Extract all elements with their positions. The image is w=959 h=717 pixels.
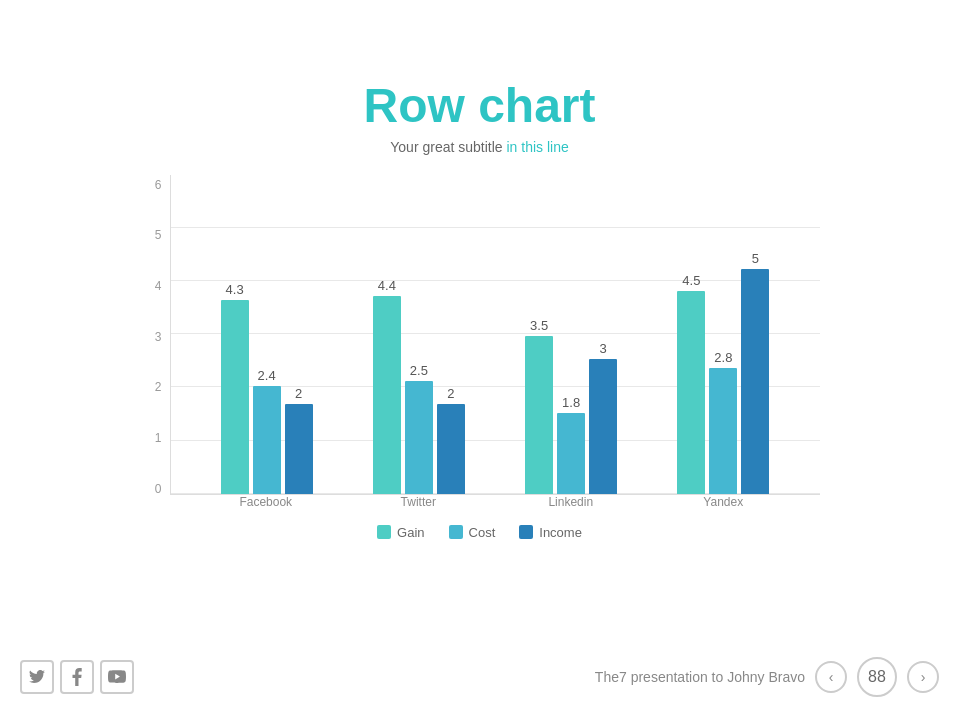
bars-linkedin: 3.5 1.8 3	[525, 318, 617, 494]
y-label-5: 5	[155, 229, 162, 241]
bar-value-twitter-income: 2	[447, 386, 454, 401]
bar-wrapper-twitter-income: 2	[437, 386, 465, 494]
bar-value-twitter-gain: 4.4	[378, 278, 396, 293]
bars-yandex: 4.5 2.8 5	[677, 251, 769, 494]
bar-facebook-cost	[253, 386, 281, 494]
bar-value-linkedin-cost: 1.8	[562, 395, 580, 410]
bar-wrapper-yandex-gain: 4.5	[677, 273, 705, 494]
bar-value-yandex-cost: 2.8	[714, 350, 732, 365]
prev-button[interactable]: ‹	[815, 661, 847, 693]
bar-wrapper-facebook-cost: 2.4	[253, 368, 281, 494]
legend-label-gain: Gain	[397, 525, 424, 540]
bars-facebook: 4.3 2.4 2	[221, 282, 313, 494]
x-label-facebook: Facebook	[190, 495, 343, 509]
legend: Gain Cost Income	[140, 525, 820, 540]
bar-twitter-income	[437, 404, 465, 494]
bar-value-twitter-cost: 2.5	[410, 363, 428, 378]
footer-right: The7 presentation to Johny Bravo ‹ 88 ›	[595, 657, 939, 697]
subtitle-prefix: Your great subtitle	[390, 139, 506, 155]
x-label-yandex: Yandex	[647, 495, 800, 509]
bar-value-linkedin-gain: 3.5	[530, 318, 548, 333]
legend-label-cost: Cost	[469, 525, 496, 540]
subtitle: Your great subtitle in this line	[363, 139, 595, 155]
bar-linkedin-cost	[557, 413, 585, 494]
next-button[interactable]: ›	[907, 661, 939, 693]
bar-wrapper-facebook-gain: 4.3	[221, 282, 249, 494]
page-number: 88	[857, 657, 897, 697]
bar-value-yandex-income: 5	[752, 251, 759, 266]
legend-item-gain: Gain	[377, 525, 424, 540]
bar-wrapper-twitter-gain: 4.4	[373, 278, 401, 494]
legend-label-income: Income	[539, 525, 582, 540]
bar-yandex-gain	[677, 291, 705, 494]
y-label-2: 2	[155, 381, 162, 393]
bar-twitter-cost	[405, 381, 433, 494]
bar-value-yandex-gain: 4.5	[682, 273, 700, 288]
x-label-linkedin: Linkedin	[495, 495, 648, 509]
legend-dot-gain	[377, 525, 391, 539]
x-labels: Facebook Twitter Linkedin Yandex	[140, 495, 820, 509]
bar-wrapper-yandex-income: 5	[741, 251, 769, 494]
legend-dot-cost	[449, 525, 463, 539]
chart-area: 6 5 4 3 2 1 0	[140, 175, 820, 540]
slide: Row chart Your great subtitle in this li…	[0, 0, 959, 717]
x-label-twitter: Twitter	[342, 495, 495, 509]
chart-container: 6 5 4 3 2 1 0	[140, 175, 820, 495]
legend-dot-income	[519, 525, 533, 539]
bar-linkedin-gain	[525, 336, 553, 494]
youtube-button[interactable]	[100, 660, 134, 694]
main-title: Row chart	[363, 80, 595, 133]
y-label-0: 0	[155, 483, 162, 495]
bar-group-facebook: 4.3 2.4 2	[221, 175, 313, 494]
twitter-button[interactable]	[20, 660, 54, 694]
bar-wrapper-linkedin-cost: 1.8	[557, 395, 585, 494]
bar-facebook-income	[285, 404, 313, 494]
bar-facebook-gain	[221, 300, 249, 494]
chart-inner: 4.3 2.4 2	[170, 175, 820, 495]
bar-twitter-gain	[373, 296, 401, 494]
bar-group-linkedin: 3.5 1.8 3	[525, 175, 617, 494]
bars-twitter: 4.4 2.5 2	[373, 278, 465, 494]
groups-wrapper: 4.3 2.4 2	[171, 175, 820, 494]
y-label-4: 4	[155, 280, 162, 292]
bar-group-yandex: 4.5 2.8 5	[677, 175, 769, 494]
title-section: Row chart Your great subtitle in this li…	[363, 80, 595, 155]
y-label-1: 1	[155, 432, 162, 444]
footer: The7 presentation to Johny Bravo ‹ 88 ›	[0, 657, 959, 697]
bar-value-facebook-income: 2	[295, 386, 302, 401]
bar-yandex-cost	[709, 368, 737, 494]
bar-value-facebook-gain: 4.3	[226, 282, 244, 297]
y-axis: 6 5 4 3 2 1 0	[140, 175, 170, 495]
bar-wrapper-linkedin-gain: 3.5	[525, 318, 553, 494]
bar-value-facebook-cost: 2.4	[258, 368, 276, 383]
legend-item-income: Income	[519, 525, 582, 540]
subtitle-highlight: in this line	[506, 139, 568, 155]
bar-value-linkedin-income: 3	[600, 341, 607, 356]
bar-wrapper-yandex-cost: 2.8	[709, 350, 737, 494]
social-icons	[20, 660, 134, 694]
bar-wrapper-linkedin-income: 3	[589, 341, 617, 494]
bar-wrapper-twitter-cost: 2.5	[405, 363, 433, 494]
bar-yandex-income	[741, 269, 769, 494]
bar-group-twitter: 4.4 2.5 2	[373, 175, 465, 494]
bar-wrapper-facebook-income: 2	[285, 386, 313, 494]
bar-linkedin-income	[589, 359, 617, 494]
y-label-6: 6	[155, 179, 162, 191]
footer-text: The7 presentation to Johny Bravo	[595, 669, 805, 685]
facebook-button[interactable]	[60, 660, 94, 694]
legend-item-cost: Cost	[449, 525, 496, 540]
y-label-3: 3	[155, 331, 162, 343]
